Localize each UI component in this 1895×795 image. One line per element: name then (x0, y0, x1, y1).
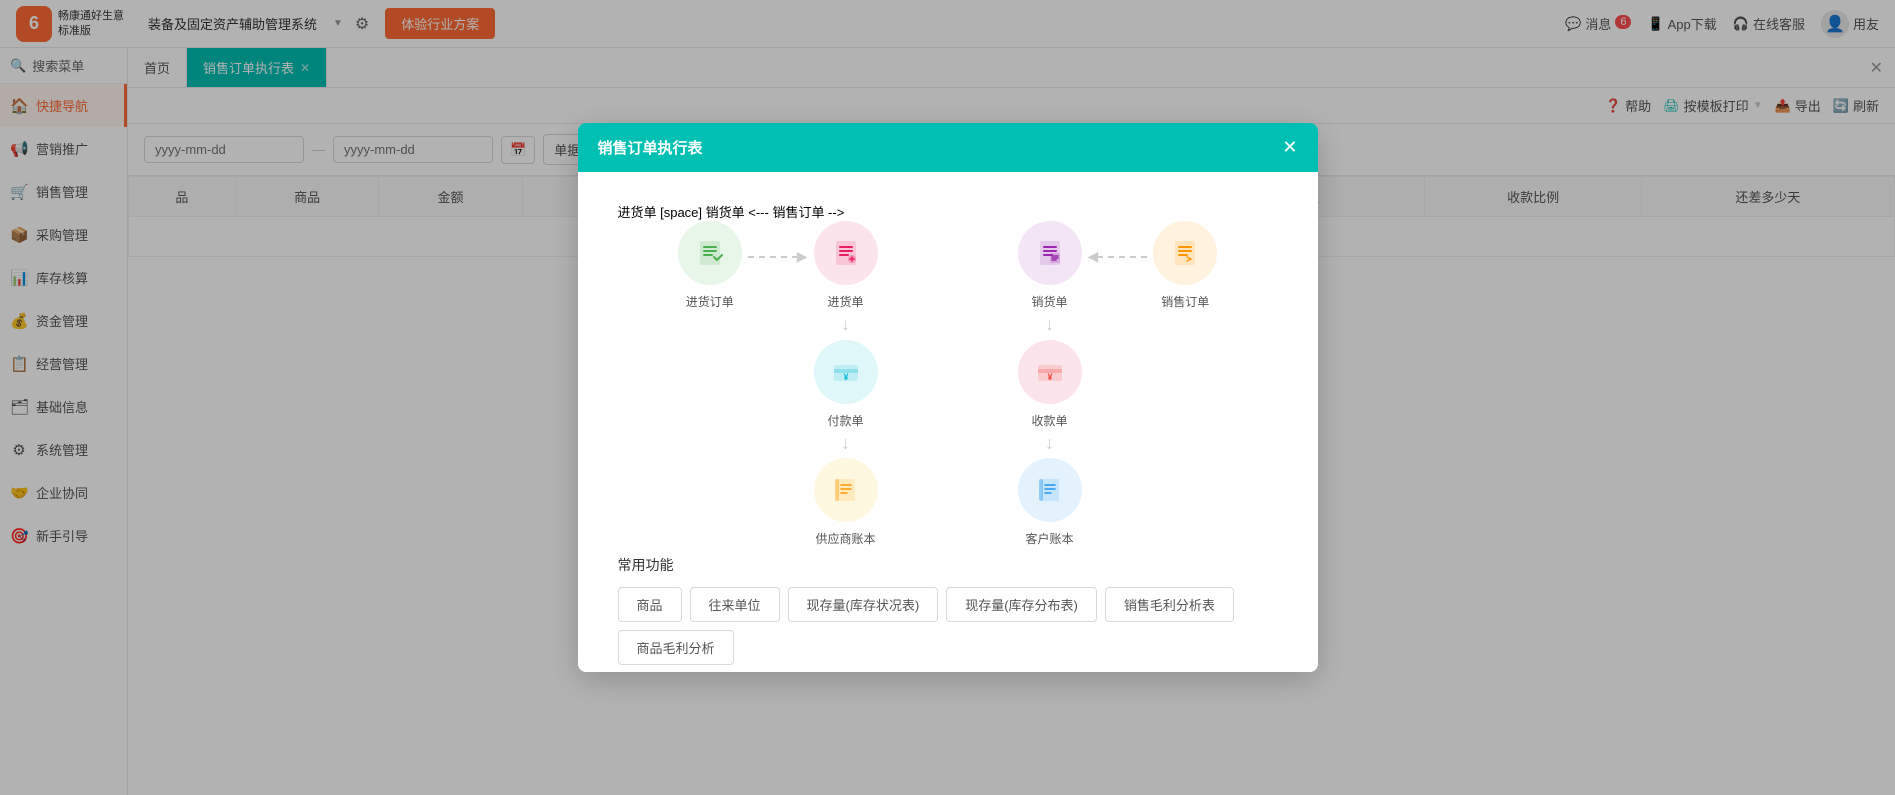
customer-ledger-label: 客户账本 (1025, 530, 1073, 547)
purchase-slip-label: 进货单 (827, 293, 863, 310)
modal-title: 销售订单执行表 (598, 137, 703, 158)
flow-node-sales-order[interactable]: 销售订单 (1153, 221, 1217, 310)
func-btn-stock-status[interactable]: 现存量(库存状况表) (788, 587, 939, 622)
flow-node-purchase-slip[interactable]: 进货单 (814, 221, 878, 310)
flow-diagram: 进货单 [space] 销货单 <--- 销售订单 --> 进货订单 (618, 202, 1278, 547)
modal-close-button[interactable]: ✕ (1282, 137, 1297, 158)
func-btn-product-profit[interactable]: 商品毛利分析 (618, 630, 734, 665)
func-btn-stock-dist[interactable]: 现存量(库存分布表) (946, 587, 1097, 622)
payment-in-label: 收款单 (1031, 412, 1067, 429)
func-btn-sales-profit[interactable]: 销售毛利分析表 (1105, 587, 1234, 622)
common-functions: 常用功能 商品 往来单位 现存量(库存状况表) 现存量(库存分布表) 销售毛利分… (618, 555, 1278, 672)
purchase-slip-icon (814, 221, 878, 285)
flow-node-payment-in[interactable]: ¥ 收款单 (1018, 340, 1082, 429)
supplier-ledger-icon (814, 458, 878, 522)
func-btn-partner[interactable]: 往来单位 (690, 587, 780, 622)
sales-order-label: 销售订单 (1161, 293, 1209, 310)
payment-in-icon: ¥ (1018, 340, 1082, 404)
flow-node-customer-ledger[interactable]: 客户账本 (1018, 458, 1082, 547)
supplier-ledger-label: 供应商账本 (815, 530, 875, 547)
payment-out-icon: ¥ (814, 340, 878, 404)
modal-header: 销售订单执行表 ✕ (578, 123, 1318, 172)
modal-body: 进货单 [space] 销货单 <--- 销售订单 --> 进货订单 (578, 172, 1318, 672)
sales-slip-icon (1018, 221, 1082, 285)
flow-node-purchase-order[interactable]: 进货订单 (678, 221, 742, 310)
payment-out-label: 付款单 (827, 412, 863, 429)
purchase-order-icon (678, 221, 742, 285)
flow-node-supplier-ledger[interactable]: 供应商账本 (814, 458, 878, 547)
svg-text:¥: ¥ (843, 372, 848, 382)
func-btn-product[interactable]: 商品 (618, 587, 682, 622)
customer-ledger-icon (1018, 458, 1082, 522)
flow-node-sales-slip[interactable]: 销货单 (1018, 221, 1082, 310)
purchase-order-label: 进货订单 (686, 293, 734, 310)
sales-slip-label: 销货单 (1031, 293, 1067, 310)
common-func-title: 常用功能 (618, 555, 1278, 575)
flow-modal: 销售订单执行表 ✕ 进货单 [space] 销货单 <--- 销售订单 --> (578, 123, 1318, 672)
func-buttons-row1: 商品 往来单位 现存量(库存状况表) 现存量(库存分布表) 销售毛利分析表 商品… (618, 587, 1278, 665)
modal-overlay[interactable]: 销售订单执行表 ✕ 进货单 [space] 销货单 <--- 销售订单 --> (0, 0, 1895, 795)
flow-node-payment-out[interactable]: ¥ 付款单 (814, 340, 878, 429)
svg-text:¥: ¥ (1047, 372, 1052, 382)
sales-order-icon (1153, 221, 1217, 285)
